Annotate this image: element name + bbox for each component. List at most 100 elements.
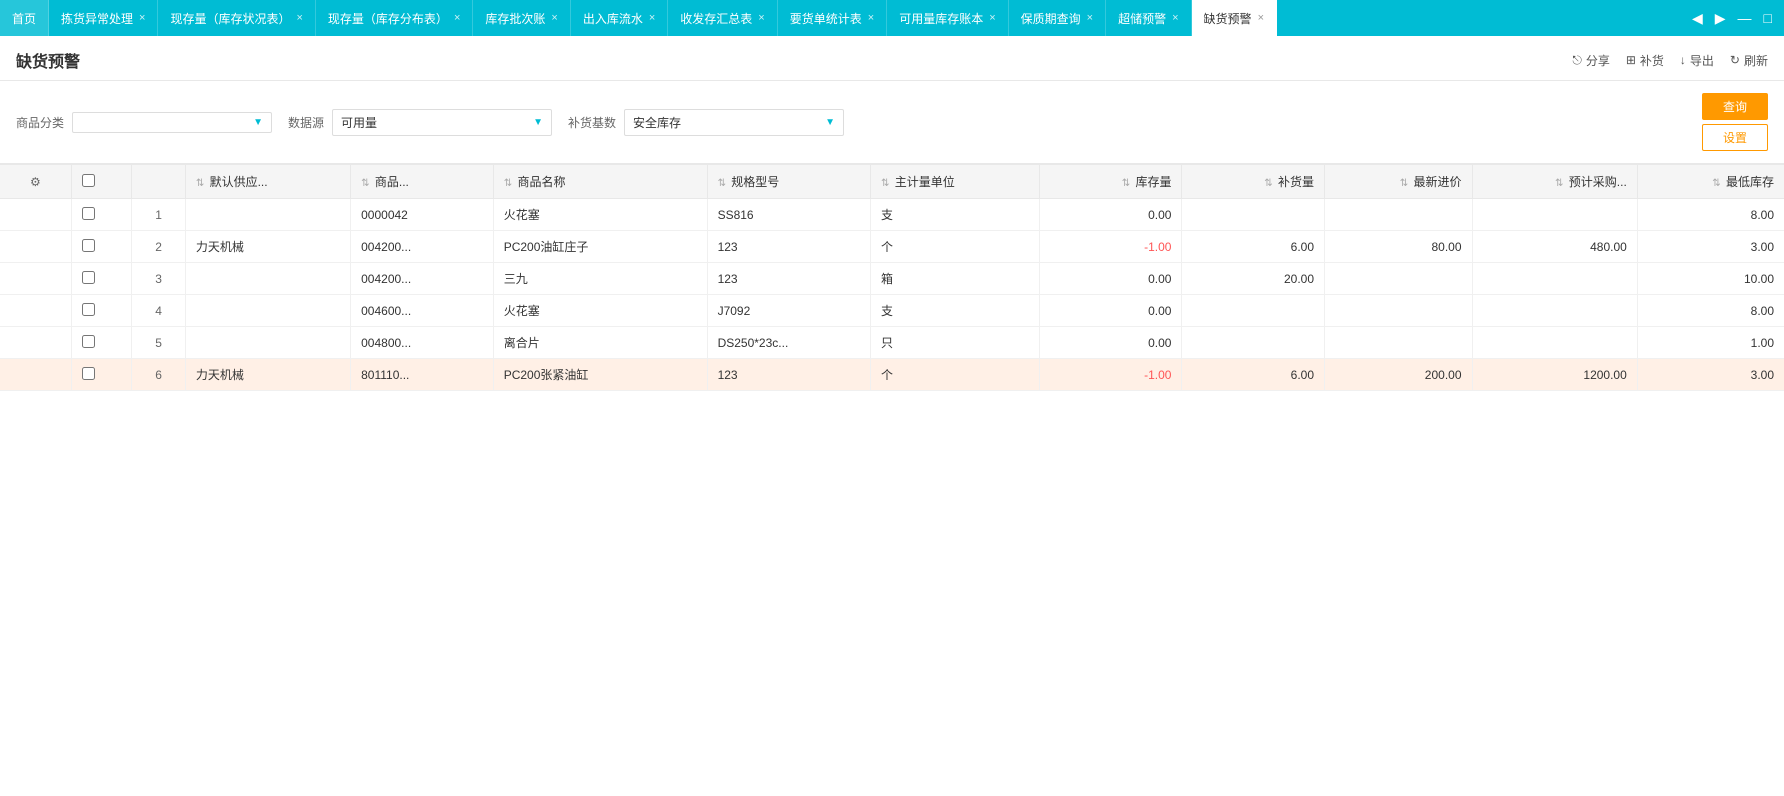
row-min-stock-5: 3.00 bbox=[1637, 359, 1784, 391]
row-latest-price-0 bbox=[1325, 199, 1472, 231]
row-min-stock-2: 10.00 bbox=[1637, 263, 1784, 295]
refresh-icon: ↻ bbox=[1730, 53, 1740, 67]
tab-recv-summary[interactable]: 收发存汇总表 × bbox=[668, 0, 777, 36]
export-button[interactable]: ↓ 导出 bbox=[1680, 52, 1714, 69]
row-num-2: 3 bbox=[132, 263, 185, 295]
min-stock-sort-icon[interactable]: ⇅ bbox=[1712, 178, 1720, 189]
tab-shortage[interactable]: 缺货预警 × bbox=[1192, 0, 1277, 36]
close-tab-batch-account[interactable]: × bbox=[551, 12, 557, 24]
row-latest-price-2 bbox=[1325, 263, 1472, 295]
basis-select[interactable]: 安全库存 ▼ bbox=[624, 109, 844, 136]
gear-icon[interactable]: ⚙ bbox=[30, 175, 41, 189]
row-spec-5: 123 bbox=[707, 359, 870, 391]
row-min-stock-1: 3.00 bbox=[1637, 231, 1784, 263]
row-unit-4: 只 bbox=[871, 327, 1040, 359]
close-tab-expiry[interactable]: × bbox=[1087, 12, 1093, 24]
page-title: 缺货预警 bbox=[16, 48, 80, 72]
row-est-purchase-1: 480.00 bbox=[1472, 231, 1637, 263]
basis-filter-group: 补货基数 安全库存 ▼ bbox=[568, 109, 844, 136]
close-tab-recv-summary[interactable]: × bbox=[758, 12, 764, 24]
row-checkbox-5[interactable] bbox=[82, 367, 95, 380]
row-settings-cell bbox=[0, 199, 71, 231]
table-body: 1 0000042 火花塞 SS816 支 0.00 8.00 2 力天机械 0… bbox=[0, 199, 1784, 391]
col-header-supplier: ⇅ 默认供应... bbox=[185, 165, 350, 199]
tab-req-stat[interactable]: 要货单统计表 × bbox=[778, 0, 887, 36]
datasource-arrow-icon: ▼ bbox=[533, 117, 543, 128]
close-tab-abnormal[interactable]: × bbox=[139, 12, 145, 24]
spec-sort-icon[interactable]: ⇅ bbox=[718, 178, 726, 189]
row-checkbox-1[interactable] bbox=[82, 239, 95, 252]
supplement-button[interactable]: ⊞ 补货 bbox=[1626, 52, 1664, 69]
tab-abnormal[interactable]: 拣货异常处理 × bbox=[49, 0, 158, 36]
datasource-label: 数据源 bbox=[288, 114, 324, 131]
query-button[interactable]: 查询 bbox=[1702, 93, 1768, 120]
tab-overstock[interactable]: 超储预警 × bbox=[1106, 0, 1191, 36]
tab-stock-status[interactable]: 现存量（库存状况表） × bbox=[158, 0, 315, 36]
row-min-stock-3: 8.00 bbox=[1637, 295, 1784, 327]
row-checkbox-3[interactable] bbox=[82, 303, 95, 316]
tab-inout-flow[interactable]: 出入库流水 × bbox=[571, 0, 668, 36]
row-stock-1: -1.00 bbox=[1039, 231, 1182, 263]
code-sort-icon[interactable]: ⇅ bbox=[361, 178, 369, 189]
row-checkbox-cell bbox=[71, 295, 132, 327]
row-supplement-5: 6.00 bbox=[1182, 359, 1325, 391]
row-spec-3: J7092 bbox=[707, 295, 870, 327]
close-tab-avail-ledger[interactable]: × bbox=[989, 12, 995, 24]
row-checkbox-0[interactable] bbox=[82, 207, 95, 220]
row-code-1: 004200... bbox=[351, 231, 494, 263]
row-name-3: 火花塞 bbox=[493, 295, 707, 327]
row-min-stock-0: 8.00 bbox=[1637, 199, 1784, 231]
est-purchase-sort-icon[interactable]: ⇅ bbox=[1555, 178, 1563, 189]
name-sort-icon[interactable]: ⇅ bbox=[504, 178, 512, 189]
close-tab-stock-status[interactable]: × bbox=[296, 12, 302, 24]
prev-tab-button[interactable]: ◀ bbox=[1686, 8, 1709, 29]
tab-avail-ledger[interactable]: 可用量库存账本 × bbox=[887, 0, 1008, 36]
row-settings-cell bbox=[0, 231, 71, 263]
col-header-code: ⇅ 商品... bbox=[351, 165, 494, 199]
tab-expiry[interactable]: 保质期查询 × bbox=[1009, 0, 1106, 36]
latest-price-sort-icon[interactable]: ⇅ bbox=[1400, 178, 1408, 189]
datasource-select[interactable]: 可用量 ▼ bbox=[332, 109, 552, 136]
tab-stock-dist[interactable]: 现存量（库存分布表） × bbox=[316, 0, 473, 36]
row-stock-4: 0.00 bbox=[1039, 327, 1182, 359]
close-tab-stock-dist[interactable]: × bbox=[454, 12, 460, 24]
row-checkbox-4[interactable] bbox=[82, 335, 95, 348]
row-checkbox-cell bbox=[71, 231, 132, 263]
row-supplement-4 bbox=[1182, 327, 1325, 359]
row-code-5: 801110... bbox=[351, 359, 494, 391]
supplier-sort-icon[interactable]: ⇅ bbox=[196, 178, 204, 189]
unit-sort-icon[interactable]: ⇅ bbox=[881, 178, 889, 189]
basis-label: 补货基数 bbox=[568, 114, 616, 131]
category-arrow-icon: ▼ bbox=[253, 117, 263, 128]
close-tab-shortage[interactable]: × bbox=[1258, 12, 1264, 24]
row-est-purchase-0 bbox=[1472, 199, 1637, 231]
row-supplement-2: 20.00 bbox=[1182, 263, 1325, 295]
main-content: 缺货预警 ⎋ 分享 ⊞ 补货 ↓ 导出 ↻ 刷新 商品分类 bbox=[0, 36, 1784, 796]
row-est-purchase-4 bbox=[1472, 327, 1637, 359]
tab-batch-account[interactable]: 库存批次账 × bbox=[473, 0, 570, 36]
refresh-button[interactable]: ↻ 刷新 bbox=[1730, 52, 1768, 69]
row-settings-cell bbox=[0, 263, 71, 295]
close-tab-overstock[interactable]: × bbox=[1172, 12, 1178, 24]
next-tab-button[interactable]: ▶ bbox=[1709, 8, 1732, 29]
tab-home[interactable]: 首页 bbox=[0, 0, 49, 36]
row-num-1: 2 bbox=[132, 231, 185, 263]
close-tab-inout-flow[interactable]: × bbox=[649, 12, 655, 24]
stock-sort-icon[interactable]: ⇅ bbox=[1122, 178, 1130, 189]
row-checkbox-2[interactable] bbox=[82, 271, 95, 284]
row-supplier-5: 力天机械 bbox=[185, 359, 350, 391]
select-all-checkbox[interactable] bbox=[82, 174, 95, 187]
maximize-button[interactable]: □ bbox=[1758, 8, 1778, 28]
row-stock-5: -1.00 bbox=[1039, 359, 1182, 391]
minimize-button[interactable]: — bbox=[1732, 8, 1758, 28]
close-tab-req-stat[interactable]: × bbox=[868, 12, 874, 24]
supplement-sort-icon[interactable]: ⇅ bbox=[1264, 178, 1272, 189]
col-header-name: ⇅ 商品名称 bbox=[493, 165, 707, 199]
settings-button[interactable]: 设置 bbox=[1702, 124, 1768, 151]
share-button[interactable]: ⎋ 分享 bbox=[1572, 52, 1610, 69]
row-stock-3: 0.00 bbox=[1039, 295, 1182, 327]
row-name-2: 三九 bbox=[493, 263, 707, 295]
category-label: 商品分类 bbox=[16, 114, 64, 131]
row-code-2: 004200... bbox=[351, 263, 494, 295]
category-select[interactable]: ▼ bbox=[72, 112, 272, 133]
